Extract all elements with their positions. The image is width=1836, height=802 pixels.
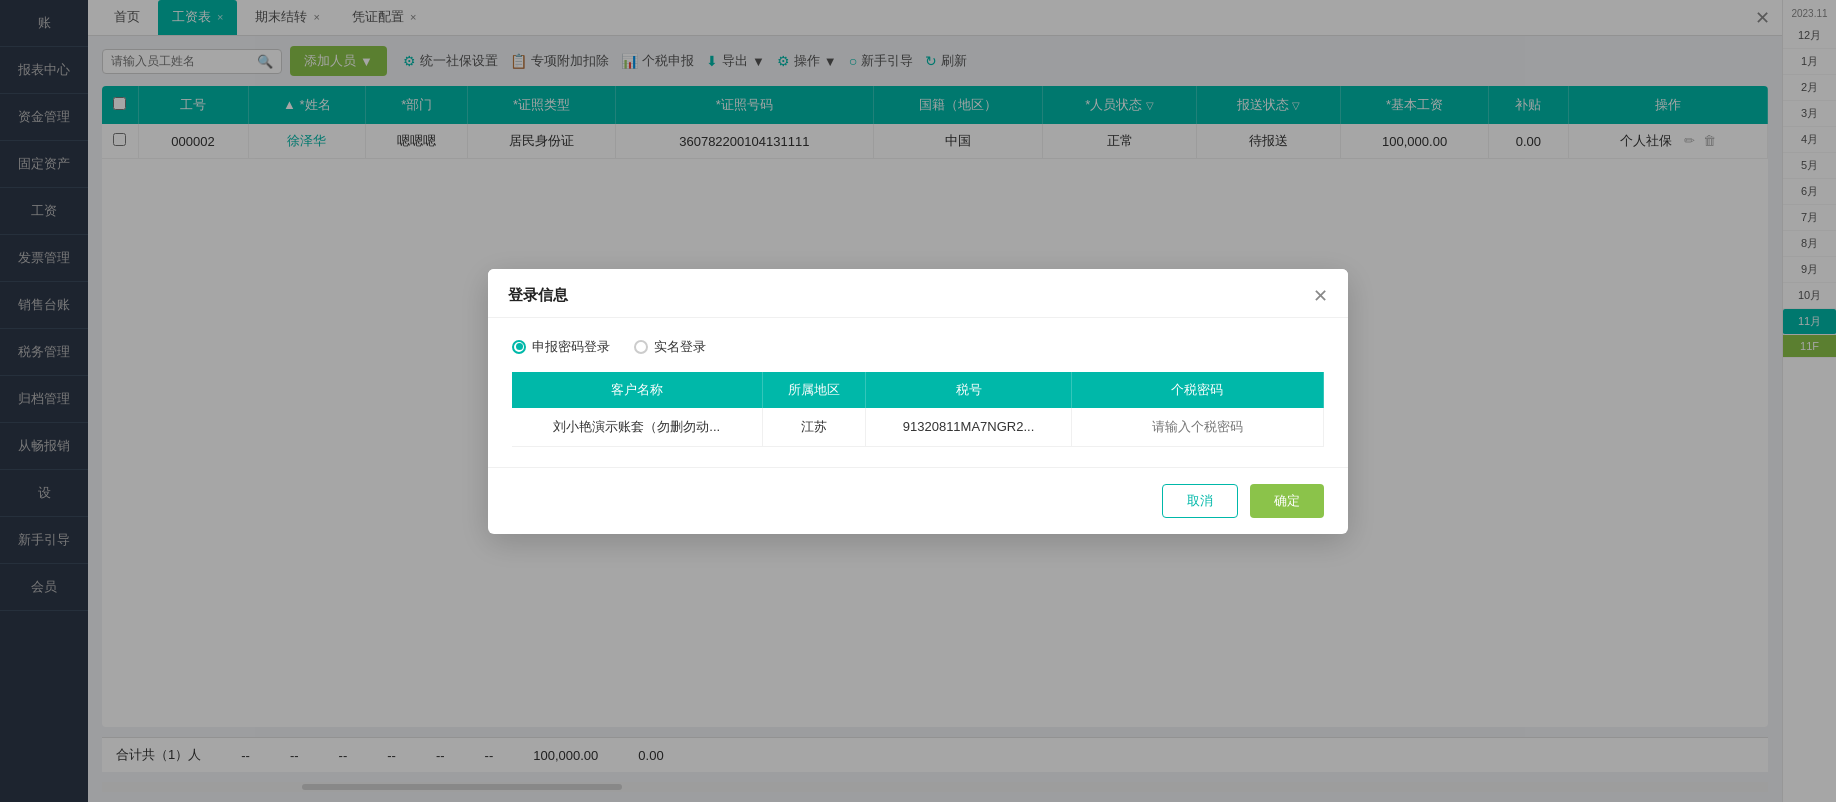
radio-real-name[interactable]: 实名登录 <box>634 338 706 356</box>
radio-declare-password[interactable]: 申报密码登录 <box>512 338 610 356</box>
radio-row: 申报密码登录 实名登录 <box>512 338 1324 356</box>
modal-header: 登录信息 ✕ <box>488 269 1348 318</box>
modal-close-button[interactable]: ✕ <box>1313 285 1328 307</box>
modal-cell-client-name: 刘小艳演示账套（勿删勿动... <box>512 408 762 447</box>
modal-table-row: 刘小艳演示账套（勿删勿动... 江苏 91320811MA7NGR2... <box>512 408 1324 447</box>
modal-cell-tax-no: 91320811MA7NGR2... <box>866 408 1072 447</box>
modal-title: 登录信息 <box>508 286 568 305</box>
modal-col-tax-pwd: 个税密码 <box>1071 372 1323 408</box>
confirm-button[interactable]: 确定 <box>1250 484 1324 518</box>
modal-overlay: 登录信息 ✕ 申报密码登录 实名登录 客户名称 所属地区 <box>0 0 1836 802</box>
modal-col-region: 所属地区 <box>762 372 866 408</box>
modal-footer: 取消 确定 <box>488 467 1348 534</box>
tax-password-input[interactable] <box>1086 419 1309 434</box>
cancel-button[interactable]: 取消 <box>1162 484 1238 518</box>
login-info-modal: 登录信息 ✕ 申报密码登录 实名登录 客户名称 所属地区 <box>488 269 1348 534</box>
modal-client-table: 客户名称 所属地区 税号 个税密码 刘小艳演示账套（勿删勿动... 江苏 913… <box>512 372 1324 447</box>
modal-cell-region: 江苏 <box>762 408 866 447</box>
modal-cell-tax-pwd[interactable] <box>1071 408 1323 447</box>
radio-realname-dot <box>634 340 648 354</box>
radio-declare-dot <box>512 340 526 354</box>
modal-col-tax-no: 税号 <box>866 372 1072 408</box>
modal-body: 申报密码登录 实名登录 客户名称 所属地区 税号 个税密码 <box>488 318 1348 467</box>
modal-col-client-name: 客户名称 <box>512 372 762 408</box>
